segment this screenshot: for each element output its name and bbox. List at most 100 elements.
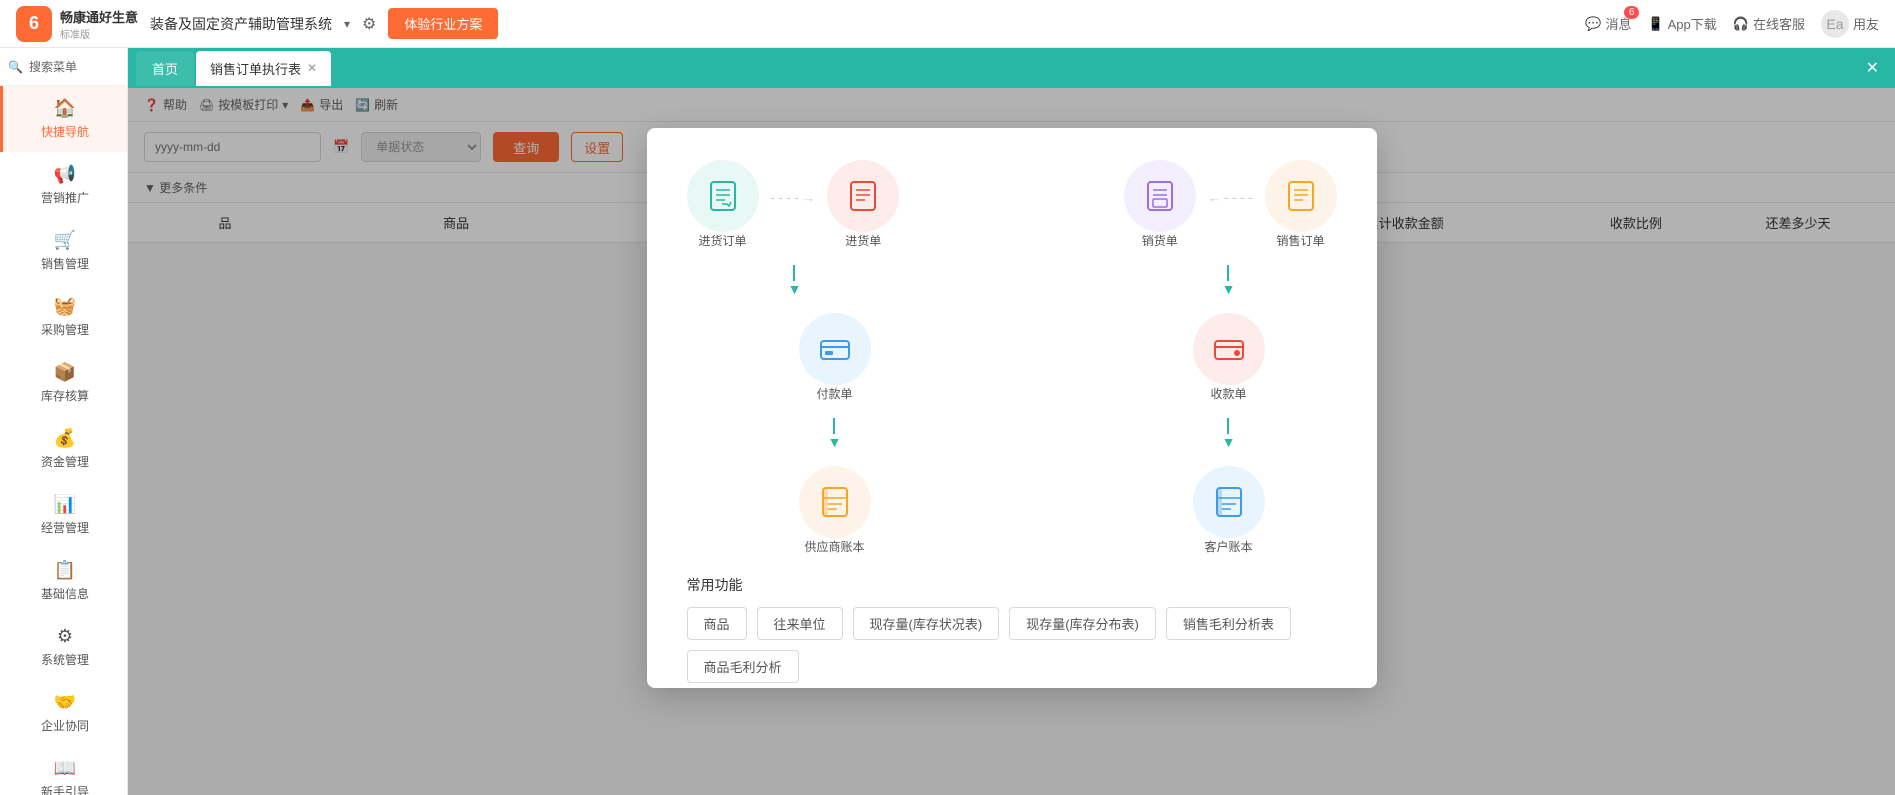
func-btn-stock-dist[interactable]: 现存量(库存分布表) bbox=[1009, 607, 1156, 640]
spacer-2 bbox=[831, 265, 1193, 297]
online-service-item[interactable]: 🎧 在线客服 bbox=[1733, 14, 1805, 33]
sidebar-item-label-finance: 资金管理 bbox=[41, 453, 89, 470]
settings-button[interactable]: ⚙ bbox=[362, 14, 376, 34]
sales-bill-label: 销货单 bbox=[1142, 232, 1178, 249]
sidebar-item-label-guide: 新手引导 bbox=[41, 783, 89, 795]
spacer-h bbox=[1265, 418, 1337, 450]
experience-button[interactable]: 体验行业方案 bbox=[388, 8, 498, 39]
flow-row-2: ▼ ▼ bbox=[687, 265, 1337, 297]
modal-content: 进货订单 - - - - → 进货单 bbox=[647, 128, 1377, 688]
arrow-purchase-to-bill: - - - - → bbox=[759, 190, 828, 229]
app-container: 6 畅康通好生意 标准版 装备及固定资产辅助管理系统 ▾ ⚙ 体验行业方案 💬 … bbox=[0, 0, 1895, 795]
logo-title: 畅康通好生意 bbox=[60, 7, 138, 26]
online-service-label: 在线客服 bbox=[1753, 14, 1805, 33]
message-badge: 6 bbox=[1624, 6, 1640, 19]
sidebar-item-quick-nav[interactable]: 🏠 快捷导航 bbox=[0, 86, 127, 152]
sidebar-item-guide[interactable]: 📖 新手引导 bbox=[0, 746, 127, 795]
func-btn-goods[interactable]: 商品 bbox=[687, 607, 747, 640]
flow-node-payment[interactable]: 付款单 bbox=[799, 313, 871, 402]
purchase-order-circle bbox=[687, 160, 759, 232]
search-menu[interactable]: 🔍 搜索菜单 bbox=[0, 48, 127, 86]
sidebar-item-enterprise[interactable]: 🤝 企业协同 bbox=[0, 680, 127, 746]
sidebar-item-sales[interactable]: 🛒 销售管理 bbox=[0, 218, 127, 284]
search-label: 搜索菜单 bbox=[29, 58, 77, 75]
flow-node-supplier-ledger[interactable]: 供应商账本 bbox=[799, 466, 871, 555]
tab-bar-close-icon[interactable]: ✕ bbox=[1858, 58, 1887, 78]
system-icon: ⚙ bbox=[57, 626, 73, 647]
purchase-bill-circle bbox=[827, 160, 899, 232]
func-btn-stock-status[interactable]: 现存量(库存状况表) bbox=[853, 607, 1000, 640]
arrow-down-purchase: ▼ bbox=[759, 265, 831, 297]
payment-label: 付款单 bbox=[816, 385, 852, 402]
sidebar-item-system[interactable]: ⚙ 系统管理 bbox=[0, 614, 127, 680]
purchase-order-label: 进货订单 bbox=[698, 232, 746, 249]
sales-order-label: 销售订单 bbox=[1276, 232, 1324, 249]
sidebar-item-label-system: 系统管理 bbox=[41, 651, 89, 668]
arrow-sales-order-to-bill: ← - - - - bbox=[1196, 190, 1265, 229]
purchase-icon: 🧺 bbox=[54, 296, 76, 317]
logo-icon: 6 bbox=[16, 6, 52, 42]
func-btn-sales-profit[interactable]: 销售毛利分析表 bbox=[1166, 607, 1291, 640]
sidebar-item-label-sales: 销售管理 bbox=[41, 255, 89, 272]
avatar: Ea bbox=[1821, 10, 1849, 38]
sidebar-item-operation[interactable]: 📊 经营管理 bbox=[0, 482, 127, 548]
func-btn-goods-profit[interactable]: 商品毛利分析 bbox=[687, 650, 799, 683]
sidebar-item-finance[interactable]: 💰 资金管理 bbox=[0, 416, 127, 482]
common-functions-title: 常用功能 bbox=[687, 575, 1337, 595]
flow-node-purchase-bill[interactable]: 进货单 bbox=[827, 160, 899, 249]
enterprise-icon: 🤝 bbox=[54, 692, 76, 713]
finance-icon: 💰 bbox=[54, 428, 76, 449]
flow-area: 进货订单 - - - - → 进货单 bbox=[687, 160, 1337, 555]
flow-node-sales-bill[interactable]: 销货单 bbox=[1124, 160, 1196, 249]
dropdown-button[interactable]: ▾ bbox=[344, 17, 350, 31]
flow-modal: 进货订单 - - - - → 进货单 bbox=[647, 128, 1377, 688]
sidebar-item-label-enterprise: 企业协同 bbox=[41, 717, 89, 734]
spacer-1 bbox=[687, 265, 759, 297]
tab-sales-order-label: 销售订单执行表 bbox=[210, 59, 301, 78]
sidebar-item-label-marketing: 营销推广 bbox=[41, 189, 89, 206]
main-area: 🔍 搜索菜单 🏠 快捷导航 📢 营销推广 🛒 销售管理 🧺 采购管理 📦 bbox=[0, 48, 1895, 795]
tab-sales-order[interactable]: 销售订单执行表 ✕ bbox=[196, 51, 331, 86]
func-btn-partners[interactable]: 往来单位 bbox=[757, 607, 843, 640]
flow-node-sales-order[interactable]: 销售订单 bbox=[1265, 160, 1337, 249]
inventory-icon: 📦 bbox=[54, 362, 76, 383]
sidebar-item-inventory[interactable]: 📦 库存核算 bbox=[0, 350, 127, 416]
user-item[interactable]: Ea 用友 bbox=[1821, 10, 1879, 38]
flow-node-customer-ledger[interactable]: 客户账本 bbox=[1193, 466, 1265, 555]
tab-home[interactable]: 首页 bbox=[136, 51, 194, 86]
sidebar-item-label-quick-nav: 快捷导航 bbox=[41, 123, 89, 140]
spacer-e bbox=[687, 418, 759, 450]
sidebar: 🔍 搜索菜单 🏠 快捷导航 📢 营销推广 🛒 销售管理 🧺 采购管理 📦 bbox=[0, 48, 128, 795]
customer-ledger-circle bbox=[1193, 466, 1265, 538]
flow-row-5: 供应商账本 客户账本 bbox=[687, 466, 1337, 555]
app-download-item[interactable]: 📱 App下载 bbox=[1647, 14, 1716, 33]
flow-node-receipt[interactable]: 收款单 bbox=[1193, 313, 1265, 402]
logo-subtitle: 标准版 bbox=[60, 26, 138, 41]
sidebar-item-label-operation: 经营管理 bbox=[41, 519, 89, 536]
logo-area: 6 畅康通好生意 标准版 bbox=[16, 6, 138, 42]
app-download-label: App下载 bbox=[1668, 14, 1717, 33]
arrow-down-receipt: ▼ bbox=[1193, 418, 1265, 450]
spacer-f bbox=[759, 418, 799, 450]
sidebar-item-purchase[interactable]: 🧺 采购管理 bbox=[0, 284, 127, 350]
spacer-3 bbox=[1265, 265, 1337, 297]
flow-node-purchase-order[interactable]: 进货订单 bbox=[687, 160, 759, 249]
content-area: 首页 销售订单执行表 ✕ ✕ ❓ 帮助 🖨 按模板打印 bbox=[128, 48, 1895, 795]
operation-icon: 📊 bbox=[54, 494, 76, 515]
receipt-circle bbox=[1193, 313, 1265, 385]
sidebar-item-label-purchase: 采购管理 bbox=[41, 321, 89, 338]
quick-nav-icon: 🏠 bbox=[54, 98, 76, 119]
func-buttons-row-1: 商品 往来单位 现存量(库存状况表) 现存量(库存分布表) 销售毛利分析表 商品… bbox=[687, 607, 1337, 683]
sales-bill-circle bbox=[1124, 160, 1196, 232]
arrow-down-payment: ▼ bbox=[799, 418, 871, 450]
sidebar-item-basic-info[interactable]: 📋 基础信息 bbox=[0, 548, 127, 614]
service-icon: 🎧 bbox=[1733, 16, 1749, 32]
customer-ledger-label: 客户账本 bbox=[1204, 538, 1252, 555]
tab-close-button[interactable]: ✕ bbox=[307, 61, 317, 75]
flow-row-4: ▼ ▼ bbox=[687, 418, 1337, 450]
message-item[interactable]: 💬 消息 6 bbox=[1585, 14, 1631, 33]
top-bar: 6 畅康通好生意 标准版 装备及固定资产辅助管理系统 ▾ ⚙ 体验行业方案 💬 … bbox=[0, 0, 1895, 48]
sidebar-item-marketing[interactable]: 📢 营销推广 bbox=[0, 152, 127, 218]
sales-order-circle bbox=[1265, 160, 1337, 232]
message-icon: 💬 bbox=[1585, 16, 1601, 32]
